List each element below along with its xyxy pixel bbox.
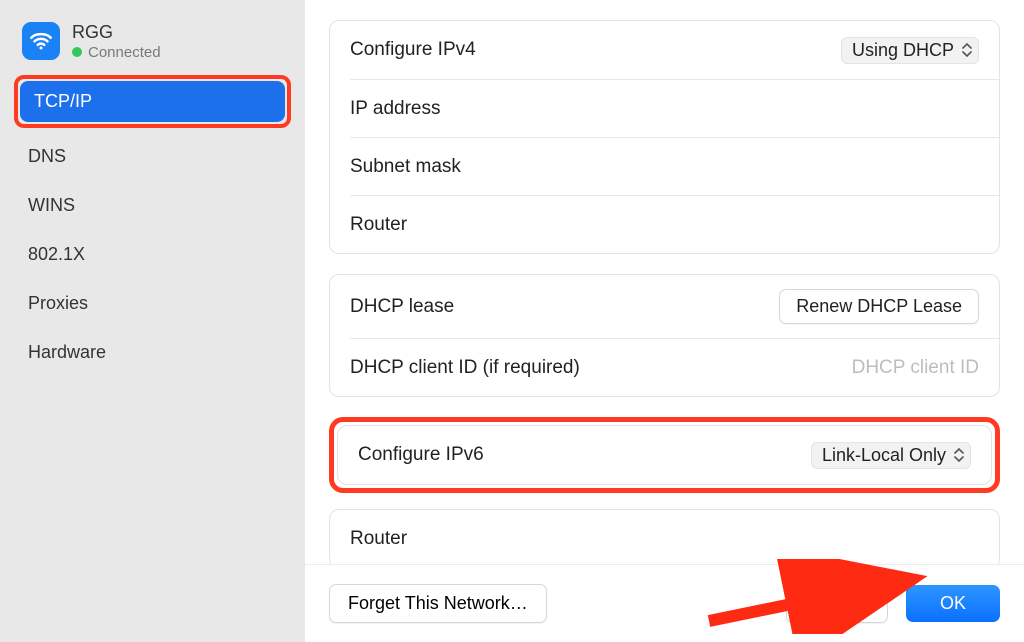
label-configure-ipv4: Configure IPv4 [350, 39, 476, 61]
row-dhcp-client-id: DHCP client ID (if required) DHCP client… [350, 338, 999, 396]
status-dot-icon [72, 47, 82, 57]
row-router: Router [350, 195, 999, 253]
sidebar: RGG Connected TCP/IP DNS WINS 802.1X Pro… [0, 0, 305, 642]
main-content: Configure IPv4 Using DHCP IP address Sub… [305, 0, 1024, 642]
ok-button[interactable]: OK [906, 585, 1000, 622]
forget-network-button[interactable]: Forget This Network… [329, 584, 547, 623]
sidebar-item-label: Proxies [28, 293, 88, 313]
updown-stepper-icon [952, 448, 966, 462]
annotation-highlight-tcpip: TCP/IP [14, 75, 291, 128]
select-configure-ipv6[interactable]: Link-Local Only [811, 442, 971, 469]
row-configure-ipv6: Configure IPv6 Link-Local Only [338, 426, 991, 484]
ipv4-panel: Configure IPv4 Using DHCP IP address Sub… [329, 20, 1000, 254]
label-router: Router [350, 214, 407, 236]
select-value: Link-Local Only [822, 445, 946, 466]
settings-scroll-area[interactable]: Configure IPv4 Using DHCP IP address Sub… [329, 20, 1000, 575]
network-meta: RGG Connected [72, 22, 161, 61]
sidebar-item-dns[interactable]: DNS [14, 136, 291, 177]
sidebar-item-label: Hardware [28, 342, 106, 362]
network-header: RGG Connected [14, 20, 291, 73]
select-value: Using DHCP [852, 40, 954, 61]
row-dhcp-lease: DHCP lease Renew DHCP Lease [330, 275, 999, 338]
row-ip-address: IP address [350, 79, 999, 137]
network-name: RGG [72, 22, 161, 44]
sidebar-item-wins[interactable]: WINS [14, 185, 291, 226]
ipv6-router-panel: Router [329, 509, 1000, 569]
label-dhcp-client-id: DHCP client ID (if required) [350, 357, 580, 379]
sidebar-item-label: DNS [28, 146, 66, 166]
annotation-highlight-ipv6: Configure IPv6 Link-Local Only [329, 417, 1000, 493]
dhcp-panel: DHCP lease Renew DHCP Lease DHCP client … [329, 274, 1000, 397]
label-configure-ipv6: Configure IPv6 [358, 444, 484, 466]
label-dhcp-lease: DHCP lease [350, 296, 454, 318]
footer-bar: Forget This Network… Cancel OK [305, 564, 1024, 642]
cancel-button[interactable]: Cancel [786, 584, 888, 623]
select-configure-ipv4[interactable]: Using DHCP [841, 37, 979, 64]
sidebar-item-label: TCP/IP [34, 91, 92, 111]
sidebar-item-label: 802.1X [28, 244, 85, 264]
sidebar-item-proxies[interactable]: Proxies [14, 283, 291, 324]
label-ip-address: IP address [350, 98, 440, 120]
sidebar-item-label: WINS [28, 195, 75, 215]
ipv6-configure-panel: Configure IPv6 Link-Local Only [337, 425, 992, 485]
row-ipv6-router: Router [330, 510, 999, 568]
label-subnet-mask: Subnet mask [350, 156, 461, 178]
label-ipv6-router: Router [350, 528, 407, 550]
row-subnet-mask: Subnet mask [350, 137, 999, 195]
updown-stepper-icon [960, 43, 974, 57]
dhcp-client-id-field[interactable]: DHCP client ID [852, 357, 979, 379]
row-configure-ipv4: Configure IPv4 Using DHCP [330, 21, 999, 79]
sidebar-item-hardware[interactable]: Hardware [14, 332, 291, 373]
renew-dhcp-lease-button[interactable]: Renew DHCP Lease [779, 289, 979, 324]
wifi-icon [22, 22, 60, 60]
network-status: Connected [88, 44, 161, 61]
network-status-row: Connected [72, 44, 161, 61]
sidebar-item-8021x[interactable]: 802.1X [14, 234, 291, 275]
sidebar-item-tcpip[interactable]: TCP/IP [20, 81, 285, 122]
